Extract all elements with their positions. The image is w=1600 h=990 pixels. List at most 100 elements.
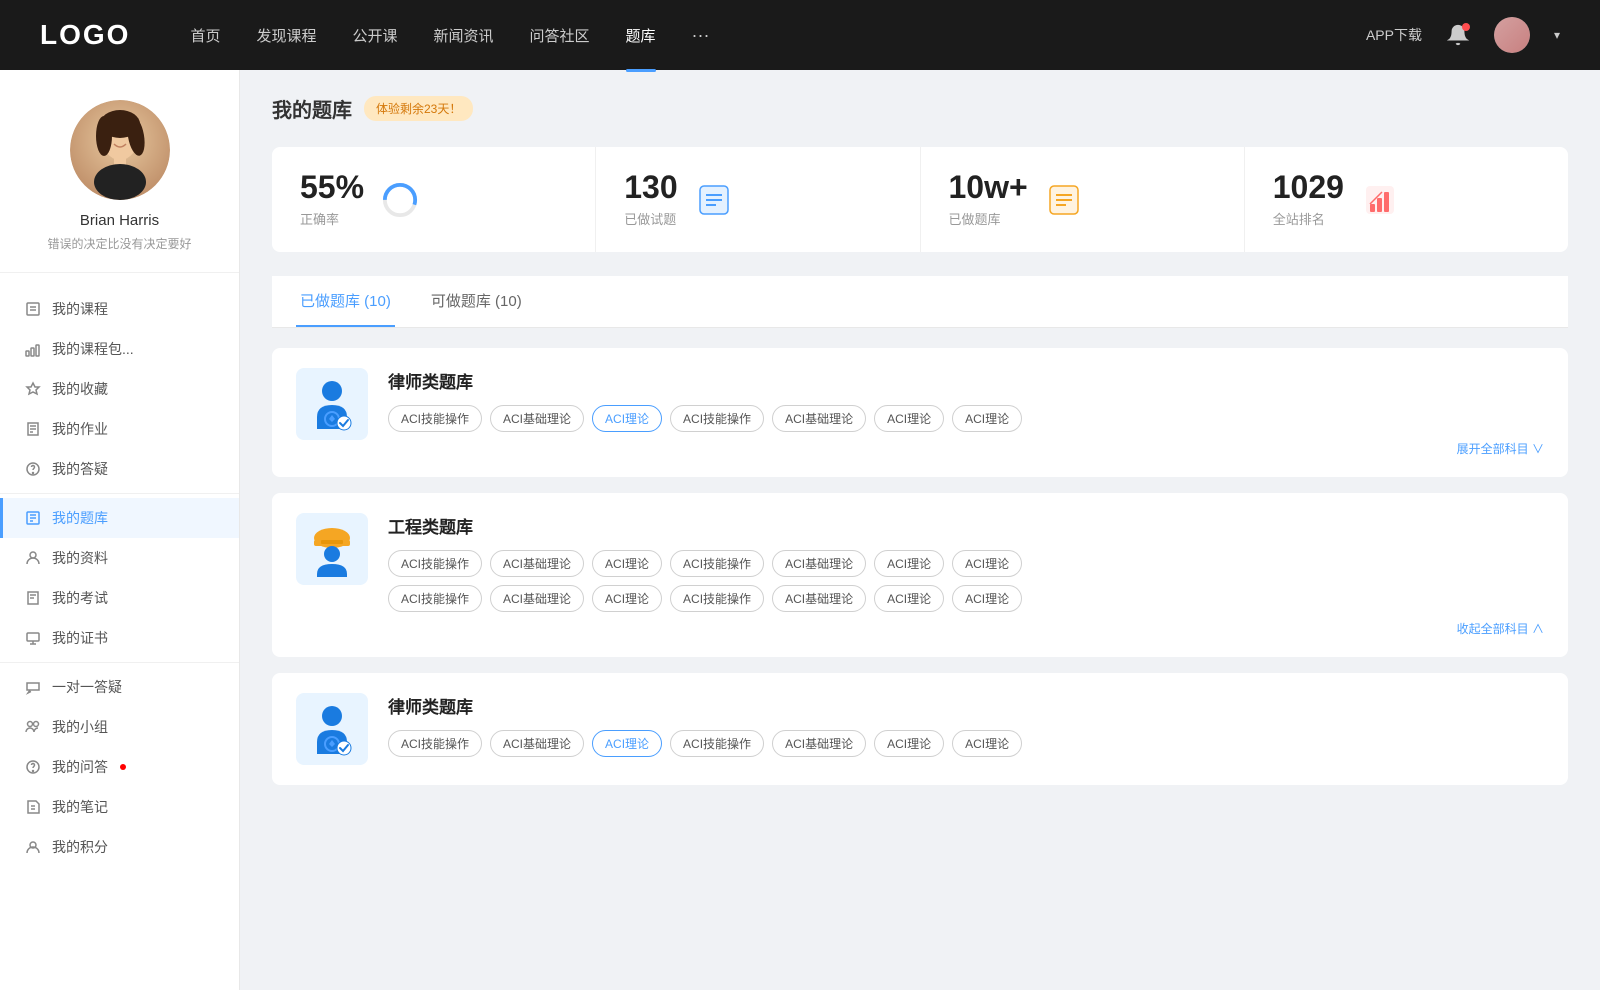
sidebar-item-course-packages[interactable]: 我的课程包... xyxy=(0,329,239,369)
tag-item[interactable]: ACI理论 xyxy=(874,730,944,757)
sidebar-item-label: 我的证书 xyxy=(52,628,108,648)
tag-item[interactable]: ACI技能操作 xyxy=(670,585,764,612)
sidebar-item-qbank[interactable]: 我的题库 xyxy=(0,498,239,538)
tag-item[interactable]: ACI基础理论 xyxy=(772,585,866,612)
logo[interactable]: LOGO xyxy=(40,19,130,51)
questions-icon xyxy=(24,460,42,478)
exam-icon xyxy=(24,589,42,607)
notification-bell[interactable] xyxy=(1442,19,1474,51)
sidebar-item-exam[interactable]: 我的考试 xyxy=(0,578,239,618)
sidebar-item-label: 我的资料 xyxy=(52,548,108,568)
qbank-lawyer-icon xyxy=(296,368,368,440)
nav-home[interactable]: 首页 xyxy=(190,25,220,46)
trial-badge: 体验剩余23天！ xyxy=(364,96,473,121)
tag-item[interactable]: ACI理论 xyxy=(952,730,1022,757)
nav-discover[interactable]: 发现课程 xyxy=(256,25,316,46)
tag-item[interactable]: ACI基础理论 xyxy=(772,550,866,577)
nav-qa[interactable]: 问答社区 xyxy=(530,25,590,46)
tag-item[interactable]: ACI技能操作 xyxy=(670,550,764,577)
sidebar-item-label: 我的题库 xyxy=(52,508,108,528)
sidebar-item-homework[interactable]: 我的作业 xyxy=(0,409,239,449)
sidebar-item-label: 我的笔记 xyxy=(52,797,108,817)
nav-menu: 首页 发现课程 公开课 新闻资讯 问答社区 题库 ··· xyxy=(190,25,1366,46)
stat-done-questions-label: 已做试题 xyxy=(624,209,677,228)
list-orange-icon xyxy=(1044,180,1084,220)
nav-qbank[interactable]: 题库 xyxy=(626,25,656,46)
sidebar-item-profile[interactable]: 我的资料 xyxy=(0,538,239,578)
sidebar-item-my-qa[interactable]: 我的问答 xyxy=(0,747,239,787)
tag-item[interactable]: ACI理论 xyxy=(874,405,944,432)
sidebar-item-questions[interactable]: 我的答疑 xyxy=(0,449,239,489)
sidebar-item-favorites[interactable]: 我的收藏 xyxy=(0,369,239,409)
qbank-tags-engineer-row2: ACI技能操作 ACI基础理论 ACI理论 ACI技能操作 ACI基础理论 AC… xyxy=(388,585,1544,612)
tag-item[interactable]: ACI技能操作 xyxy=(388,585,482,612)
nav-more[interactable]: ··· xyxy=(692,25,710,46)
sidebar-item-certificate[interactable]: 我的证书 xyxy=(0,618,239,658)
one-on-one-icon xyxy=(24,678,42,696)
tag-item[interactable]: ACI技能操作 xyxy=(388,730,482,757)
sidebar-item-my-courses[interactable]: 我的课程 xyxy=(0,289,239,329)
tag-item[interactable]: ACI理论 xyxy=(592,550,662,577)
stat-site-rank-label: 全站排名 xyxy=(1273,209,1344,228)
tag-item[interactable]: ACI基础理论 xyxy=(772,730,866,757)
nav-open-course[interactable]: 公开课 xyxy=(352,25,397,46)
sidebar-divider-1 xyxy=(0,493,239,494)
tag-item[interactable]: ACI理论 xyxy=(952,405,1022,432)
tag-item[interactable]: ACI理论 xyxy=(952,585,1022,612)
avatar-chevron-icon[interactable]: ▾ xyxy=(1554,28,1560,42)
app-download-link[interactable]: APP下载 xyxy=(1366,25,1422,45)
tab-available-banks[interactable]: 可做题库 (10) xyxy=(427,276,526,327)
course-packages-icon xyxy=(24,340,42,358)
tag-item[interactable]: ACI基础理论 xyxy=(490,550,584,577)
stat-accuracy: 55% 正确率 xyxy=(272,147,596,252)
tag-item[interactable]: ACI基础理论 xyxy=(490,405,584,432)
tag-item[interactable]: ACI基础理论 xyxy=(490,585,584,612)
navbar: LOGO 首页 发现课程 公开课 新闻资讯 问答社区 题库 ··· APP下载 … xyxy=(0,0,1600,70)
bar-red-icon xyxy=(1360,180,1400,220)
tag-item[interactable]: ACI理论 xyxy=(592,585,662,612)
stat-accuracy-value: 55% xyxy=(300,171,364,203)
list-blue-icon xyxy=(694,180,734,220)
stat-site-rank: 1029 全站排名 xyxy=(1245,147,1568,252)
sidebar-divider-2 xyxy=(0,662,239,663)
tag-item[interactable]: ACI基础理论 xyxy=(772,405,866,432)
tag-item-active[interactable]: ACI理论 xyxy=(592,730,662,757)
stat-accuracy-label: 正确率 xyxy=(300,209,364,228)
qbank-lawyer-icon-2 xyxy=(296,693,368,765)
page-title: 我的题库 xyxy=(272,94,352,123)
stat-site-rank-value: 1029 xyxy=(1273,171,1344,203)
expand-all-link-1[interactable]: 展开全部科目 ∨ xyxy=(388,440,1544,457)
tag-item-active[interactable]: ACI理论 xyxy=(592,405,662,432)
courses-icon xyxy=(24,300,42,318)
qbank-card-lawyer-1: 律师类题库 ACI技能操作 ACI基础理论 ACI理论 ACI技能操作 ACI基… xyxy=(272,348,1568,477)
sidebar-item-notes[interactable]: 我的笔记 xyxy=(0,787,239,827)
collapse-all-link[interactable]: 收起全部科目 ∧ xyxy=(388,620,1544,637)
stat-done-questions-value: 130 xyxy=(624,171,677,203)
tag-item[interactable]: ACI理论 xyxy=(952,550,1022,577)
tag-item[interactable]: ACI理论 xyxy=(874,585,944,612)
avatar[interactable] xyxy=(1494,17,1530,53)
stat-done-banks-value: 10w+ xyxy=(949,171,1028,203)
stat-done-banks: 10w+ 已做题库 xyxy=(921,147,1245,252)
favorites-icon xyxy=(24,380,42,398)
sidebar-item-group[interactable]: 我的小组 xyxy=(0,707,239,747)
tag-item[interactable]: ACI理论 xyxy=(874,550,944,577)
user-name: Brian Harris xyxy=(80,212,159,229)
sidebar-item-one-on-one[interactable]: 一对一答疑 xyxy=(0,667,239,707)
stat-done-questions: 130 已做试题 xyxy=(596,147,920,252)
tag-item[interactable]: ACI基础理论 xyxy=(490,730,584,757)
profile-avatar xyxy=(70,100,170,200)
tag-item[interactable]: ACI技能操作 xyxy=(670,405,764,432)
sidebar-profile: Brian Harris 错误的决定比没有决定要好 xyxy=(0,100,239,273)
tag-item[interactable]: ACI技能操作 xyxy=(388,550,482,577)
qbank-card-engineer: 工程类题库 ACI技能操作 ACI基础理论 ACI理论 ACI技能操作 ACI基… xyxy=(272,493,1568,657)
tag-item[interactable]: ACI技能操作 xyxy=(388,405,482,432)
nav-news[interactable]: 新闻资讯 xyxy=(434,25,494,46)
tag-item[interactable]: ACI技能操作 xyxy=(670,730,764,757)
qbank-tags-lawyer-2: ACI技能操作 ACI基础理论 ACI理论 ACI技能操作 ACI基础理论 AC… xyxy=(388,730,1544,757)
qbank-tags-engineer-row1: ACI技能操作 ACI基础理论 ACI理论 ACI技能操作 ACI基础理论 AC… xyxy=(388,550,1544,577)
tab-done-banks[interactable]: 已做题库 (10) xyxy=(296,276,395,327)
sidebar-item-label: 我的课程包... xyxy=(52,339,134,359)
notification-dot xyxy=(1462,23,1470,31)
sidebar-item-points[interactable]: 我的积分 xyxy=(0,827,239,867)
